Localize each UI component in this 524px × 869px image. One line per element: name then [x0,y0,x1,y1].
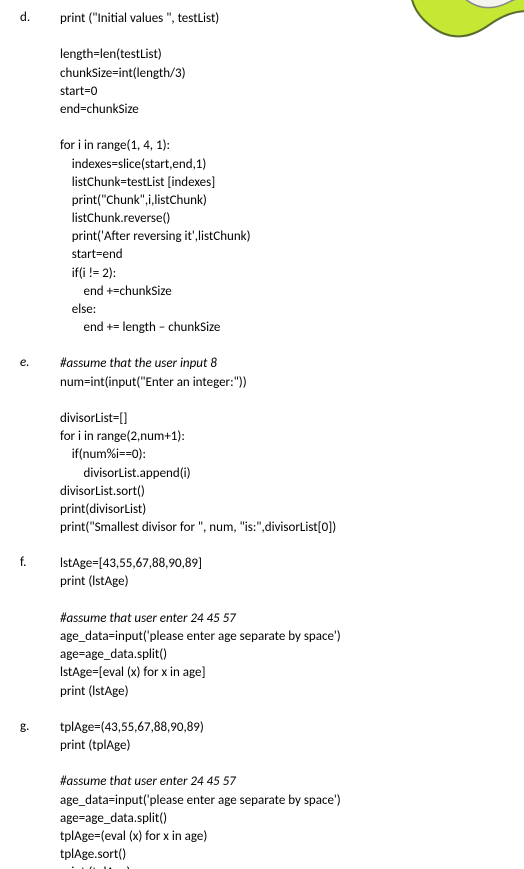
code-text: age_data=input('please enter age separat… [60,793,341,869]
item-label: e. [20,355,60,370]
code-comment: #assume that the user input 8 [60,356,217,371]
code-text: lstAge=[43,55,67,88,90,89] print (lstAge… [60,556,202,589]
question-item-e: e. #assume that the user input 8 num=int… [20,355,504,537]
code-block: print ("Initial values ", testList) leng… [60,10,251,337]
code-block: tplAge=(43,55,67,88,90,89) print (tplAge… [60,719,341,869]
code-block: lstAge=[43,55,67,88,90,89] print (lstAge… [60,555,341,701]
code-comment: #assume that user enter 24 45 57 [60,611,236,626]
code-block: #assume that the user input 8 num=int(in… [60,355,336,537]
item-label: g. [20,719,60,734]
code-text: tplAge=(43,55,67,88,90,89) print (tplAge… [60,720,204,753]
document-page: d. print ("Initial values ", testList) l… [0,0,524,869]
question-item-f: f. lstAge=[43,55,67,88,90,89] print (lst… [20,555,504,701]
question-item-d: d. print ("Initial values ", testList) l… [20,10,504,337]
item-label: f. [20,555,60,570]
code-comment: #assume that user enter 24 45 57 [60,774,236,789]
item-label: d. [20,10,60,25]
code-text: age_data=input('please enter age separat… [60,629,341,699]
question-item-g: g. tplAge=(43,55,67,88,90,89) print (tpl… [20,719,504,869]
code-text: num=int(input("Enter an integer:")) divi… [60,375,336,536]
